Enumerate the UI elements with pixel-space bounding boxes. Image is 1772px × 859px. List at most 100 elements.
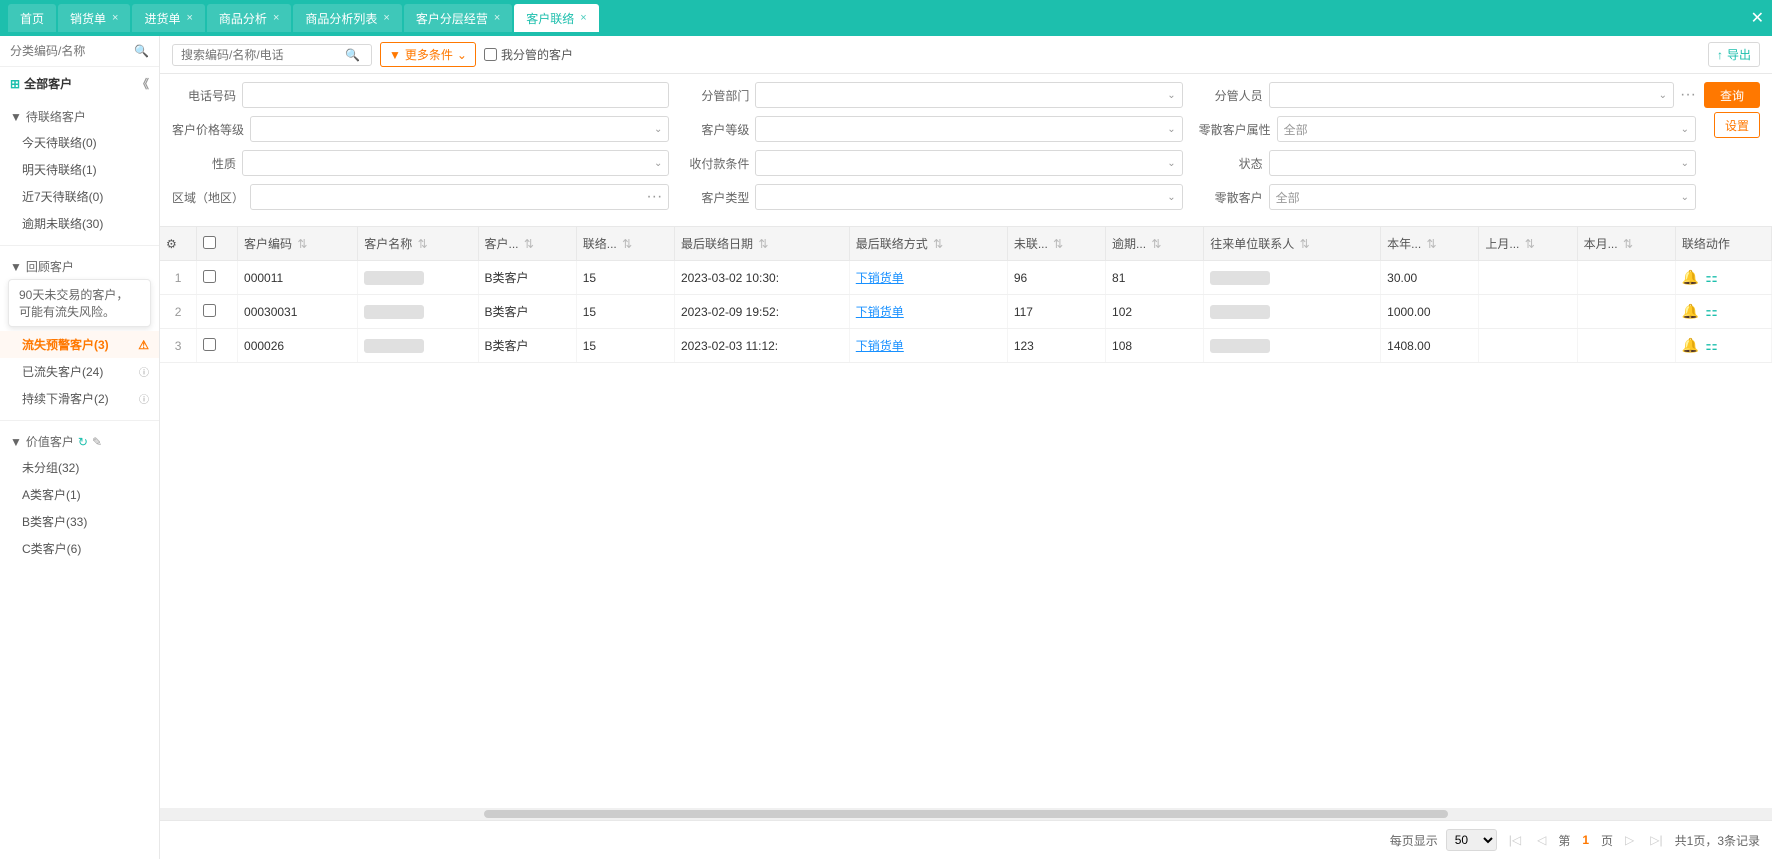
settings-button[interactable]: 设置: [1714, 112, 1760, 138]
row-this-month: [1577, 295, 1675, 329]
row-last-method[interactable]: 下销货单: [849, 295, 1007, 329]
filter-price-level-select[interactable]: ⌄: [250, 116, 669, 142]
tab-product-list[interactable]: 商品分析列表 ×: [293, 4, 401, 32]
churn-warning-icon: ⚠: [138, 338, 149, 352]
more-filter-button[interactable]: ▼ 更多条件 ⌄: [380, 42, 476, 67]
sidebar-item-churn-warning[interactable]: 流失预警客户(3) ⚠: [0, 331, 159, 358]
tab-customer-contact-close[interactable]: ×: [580, 12, 586, 24]
col-type: 客户... ⇅: [478, 227, 576, 261]
sidebar-item-overdue-pending[interactable]: 逾期未联络(30): [0, 210, 159, 237]
sidebar-group-pending-title[interactable]: ▼ 待联络客户: [0, 104, 159, 129]
content-area: 🔍 ▼ 更多条件 ⌄ 我分管的客户 ↑ 导出: [160, 36, 1772, 859]
action-icons-container: 🔔 ⚏: [1682, 269, 1765, 286]
filter-scatter-customer-select[interactable]: 全部 ⌄: [1269, 184, 1696, 210]
row-checkbox[interactable]: [197, 295, 238, 329]
col-code-sort[interactable]: ⇅: [297, 237, 307, 251]
filter-region-select[interactable]: ···: [250, 184, 669, 210]
tab-sales[interactable]: 销货单 ×: [58, 4, 130, 32]
col-last-month-sort[interactable]: ⇅: [1525, 237, 1535, 251]
sidebar-item-class-c[interactable]: C类客户(6): [0, 535, 159, 562]
tab-purchase[interactable]: 进货单 ×: [132, 4, 204, 32]
contact-action-icon[interactable]: 🔔: [1682, 303, 1699, 320]
scroll-thumb[interactable]: [484, 810, 1449, 818]
filter-person-select[interactable]: ⌄: [1269, 82, 1674, 108]
col-last-date-sort[interactable]: ⇅: [758, 237, 768, 251]
row-no-contact: 96: [1007, 261, 1105, 295]
search-button[interactable]: 🔍: [345, 48, 360, 62]
sidebar-item-tomorrow-pending[interactable]: 明天待联络(1): [0, 156, 159, 183]
customer-level-chevron-icon: ⌄: [1167, 124, 1175, 135]
col-contact-sort[interactable]: ⇅: [622, 237, 632, 251]
col-overdue-sort[interactable]: ⇅: [1151, 237, 1161, 251]
row-last-method[interactable]: 下销货单: [849, 329, 1007, 363]
sidebar-root-label[interactable]: ⊞ 全部客户: [10, 75, 72, 92]
next-page-button[interactable]: ▷: [1621, 831, 1638, 849]
value-edit-icon[interactable]: ✎: [92, 435, 102, 449]
filter-customer-level-select[interactable]: ⌄: [755, 116, 1182, 142]
more-action-icon[interactable]: ⚏: [1705, 269, 1718, 286]
tab-product-analysis[interactable]: 商品分析 ×: [207, 4, 291, 32]
tab-customer-contact[interactable]: 客户联络 ×: [514, 4, 598, 32]
tab-product-list-close[interactable]: ×: [383, 12, 389, 24]
col-this-month-sort[interactable]: ⇅: [1623, 237, 1633, 251]
tab-purchase-close[interactable]: ×: [186, 12, 192, 24]
sidebar-group-review-title[interactable]: ▼ 回顾客户: [0, 254, 159, 279]
col-this-year-sort[interactable]: ⇅: [1427, 237, 1437, 251]
tab-home[interactable]: 首页: [8, 4, 56, 32]
row-last-method[interactable]: 下销货单: [849, 261, 1007, 295]
filter-scatter-attr-select[interactable]: 全部 ⌄: [1277, 116, 1696, 142]
filter-customer-type-select[interactable]: ⌄: [755, 184, 1182, 210]
window-close-button[interactable]: ✕: [1751, 8, 1764, 28]
sidebar-item-class-b[interactable]: B类客户(33): [0, 508, 159, 535]
col-type-sort[interactable]: ⇅: [524, 237, 534, 251]
col-no-contact-sort[interactable]: ⇅: [1053, 237, 1063, 251]
filter-nature-select[interactable]: ⌄: [242, 150, 669, 176]
col-name: 客户名称 ⇅: [358, 227, 478, 261]
sidebar-item-churned[interactable]: 已流失客户(24) ⓘ: [0, 358, 159, 385]
col-last-method-sort[interactable]: ⇅: [933, 237, 943, 251]
export-button[interactable]: ↑ 导出: [1708, 42, 1760, 67]
sidebar-item-today-pending[interactable]: 今天待联络(0): [0, 129, 159, 156]
col-checkbox[interactable]: [197, 227, 238, 261]
filter-payment-select[interactable]: ⌄: [755, 150, 1182, 176]
row-code: 00030031: [238, 295, 358, 329]
tab-customer-segment[interactable]: 客户分层经营 ×: [404, 4, 512, 32]
sidebar-item-unclassified[interactable]: 未分组(32): [0, 454, 159, 481]
sidebar-group-value-title[interactable]: ▼ 价值客户 ↻ ✎: [0, 429, 159, 454]
last-page-button[interactable]: ▷|: [1646, 831, 1666, 849]
search-input[interactable]: [181, 48, 341, 62]
row-checkbox[interactable]: [197, 329, 238, 363]
page-size-select[interactable]: 50 100: [1446, 829, 1497, 851]
tab-customer-segment-close[interactable]: ×: [494, 12, 500, 24]
tab-sales-close[interactable]: ×: [112, 12, 118, 24]
filter-region-more[interactable]: ···: [646, 188, 662, 206]
filter-phone-input[interactable]: [242, 82, 669, 108]
sidebar-item-week-pending[interactable]: 近7天待联络(0): [0, 183, 159, 210]
sidebar-item-class-a[interactable]: A类客户(1): [0, 481, 159, 508]
more-action-icon[interactable]: ⚏: [1705, 303, 1718, 320]
horizontal-scrollbar[interactable]: [160, 808, 1772, 820]
col-name-sort[interactable]: ⇅: [418, 237, 428, 251]
filter-status-select[interactable]: ⌄: [1269, 150, 1696, 176]
select-all-checkbox[interactable]: [203, 236, 216, 249]
grid-icon: ⊞: [10, 77, 20, 91]
sidebar-search-icon[interactable]: 🔍: [134, 44, 149, 58]
filter-dept-select[interactable]: ⌄: [755, 82, 1182, 108]
query-button[interactable]: 查询: [1704, 82, 1760, 108]
sidebar-collapse-icon[interactable]: 《: [137, 75, 149, 92]
sidebar-search-input[interactable]: [10, 44, 130, 58]
row-checkbox[interactable]: [197, 261, 238, 295]
value-refresh-icon[interactable]: ↻: [78, 435, 88, 449]
contact-action-icon[interactable]: 🔔: [1682, 337, 1699, 354]
sidebar-item-declining[interactable]: 持续下滑客户(2) ⓘ: [0, 385, 159, 412]
col-contact-person-sort[interactable]: ⇅: [1300, 237, 1310, 251]
filter-person-more[interactable]: ···: [1680, 86, 1696, 104]
col-settings[interactable]: ⚙: [160, 227, 197, 261]
contact-action-icon[interactable]: 🔔: [1682, 269, 1699, 286]
tab-product-analysis-close[interactable]: ×: [273, 12, 279, 24]
first-page-button[interactable]: |◁: [1505, 831, 1525, 849]
arrow-down-icon-3: ▼: [10, 435, 22, 449]
prev-page-button[interactable]: ◁: [1533, 831, 1550, 849]
my-customers-checkbox[interactable]: [484, 48, 497, 61]
more-action-icon[interactable]: ⚏: [1705, 337, 1718, 354]
